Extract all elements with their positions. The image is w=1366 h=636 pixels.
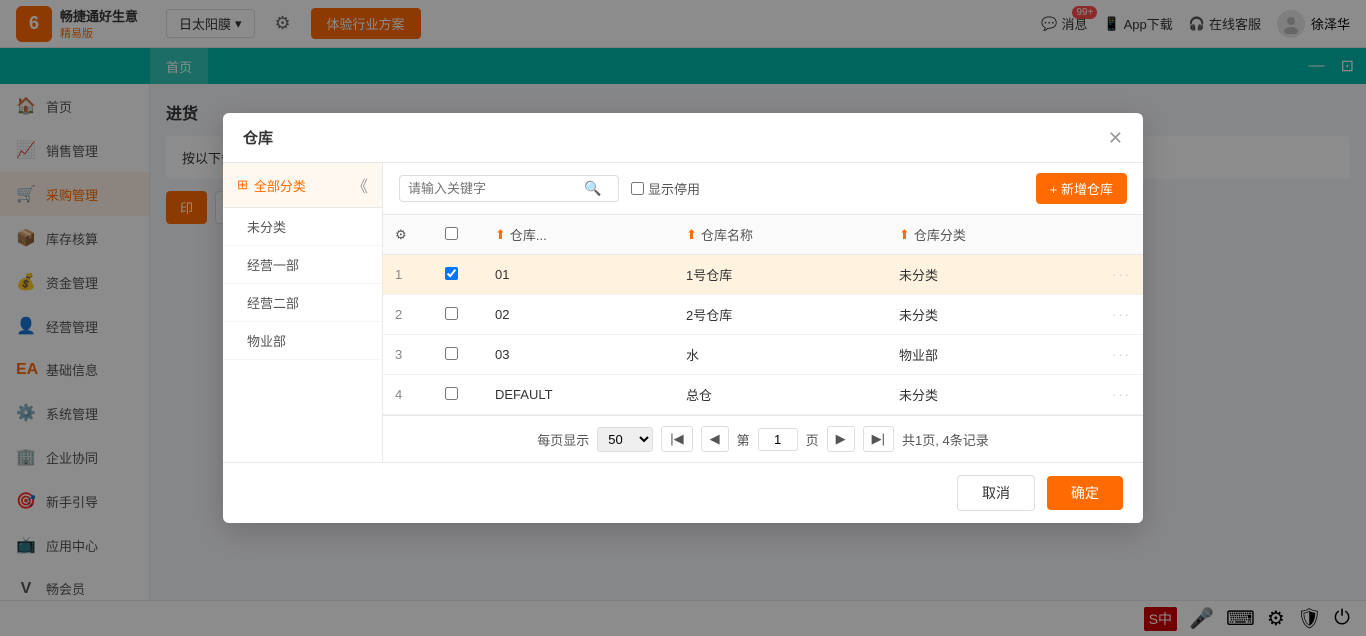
- row-checkbox[interactable]: [433, 295, 483, 335]
- col-code-label: 仓库...: [510, 225, 547, 244]
- page-summary: 共1页, 4条记录: [902, 430, 989, 449]
- cat-item-property[interactable]: 物业部: [223, 322, 382, 360]
- modal-main: 🔍 显示停用 + 新增仓库 ⚙: [383, 163, 1143, 462]
- row-num: 2: [383, 295, 433, 335]
- row-more-icon[interactable]: ···: [1100, 375, 1143, 415]
- row-category: 未分类: [887, 295, 1100, 335]
- warehouse-modal: 仓库 ✕ ⊞ 全部分类 《 未分类 经营一部 经营二部 物业部: [223, 113, 1143, 523]
- row-category: 未分类: [887, 255, 1100, 295]
- cat-item-uncategorized[interactable]: 未分类: [223, 208, 382, 246]
- page-label: 第: [737, 430, 750, 449]
- row-checkbox[interactable]: [433, 255, 483, 295]
- cat-item-ops1[interactable]: 经营一部: [223, 246, 382, 284]
- th-code: ⬆ 仓库...: [483, 215, 674, 255]
- row-code: 01: [483, 255, 674, 295]
- page-input[interactable]: [758, 428, 798, 451]
- col-name-label: 仓库名称: [701, 225, 753, 244]
- add-warehouse-button[interactable]: + 新增仓库: [1036, 173, 1127, 204]
- search-input[interactable]: [408, 181, 578, 196]
- table-row[interactable]: 1 01 1号仓库 未分类 ···: [383, 255, 1143, 295]
- modal-title: 仓库: [243, 127, 273, 148]
- show-disabled-label[interactable]: 显示停用: [631, 179, 700, 198]
- table-row[interactable]: 2 02 2号仓库 未分类 ···: [383, 295, 1143, 335]
- modal-overlay: 仓库 ✕ ⊞ 全部分类 《 未分类 经营一部 经营二部 物业部: [0, 0, 1366, 636]
- row-checkbox[interactable]: [433, 335, 483, 375]
- row-name: 2号仓库: [674, 295, 887, 335]
- category-sidebar: ⊞ 全部分类 《 未分类 经营一部 经营二部 物业部: [223, 163, 383, 462]
- col-category-label: 仓库分类: [914, 225, 966, 244]
- row-code: 03: [483, 335, 674, 375]
- modal-header: 仓库 ✕: [223, 113, 1143, 163]
- page-unit: 页: [806, 430, 819, 449]
- row-category: 物业部: [887, 335, 1100, 375]
- th-settings: ⚙: [383, 215, 433, 255]
- row-num: 4: [383, 375, 433, 415]
- settings-icon: ⚙: [395, 227, 407, 242]
- th-actions: [1100, 215, 1143, 255]
- last-page-btn[interactable]: ▶|: [863, 426, 894, 452]
- all-category-label: 全部分类: [254, 176, 306, 195]
- show-disabled-checkbox[interactable]: [631, 182, 644, 195]
- sort-icon2: ⬆: [686, 227, 697, 243]
- first-page-btn[interactable]: |◀: [661, 426, 692, 452]
- row-name: 水: [674, 335, 887, 375]
- grid-icon: ⊞: [237, 177, 248, 193]
- row-num: 3: [383, 335, 433, 375]
- search-box: 🔍: [399, 175, 619, 202]
- confirm-button[interactable]: 确定: [1047, 476, 1123, 510]
- search-icon[interactable]: 🔍: [584, 180, 601, 197]
- page-size-select[interactable]: 50 100: [597, 427, 653, 452]
- sort-icon: ⬆: [495, 227, 506, 243]
- cat-item-ops2[interactable]: 经营二部: [223, 284, 382, 322]
- table-row[interactable]: 3 03 水 物业部 ···: [383, 335, 1143, 375]
- th-name: ⬆ 仓库名称: [674, 215, 887, 255]
- row-name: 总仓: [674, 375, 887, 415]
- show-disabled-text: 显示停用: [648, 179, 700, 198]
- next-page-btn[interactable]: ▶: [827, 426, 855, 452]
- warehouse-tbody: 1 01 1号仓库 未分类 ··· 2 02 2号仓库 未分类 ··· 3 03…: [383, 255, 1143, 415]
- table-header-row: ⚙ ⬆ 仓库...: [383, 215, 1143, 255]
- select-all-checkbox[interactable]: [445, 227, 458, 240]
- row-category: 未分类: [887, 375, 1100, 415]
- collapse-icon[interactable]: 《: [352, 173, 368, 197]
- row-more-icon[interactable]: ···: [1100, 255, 1143, 295]
- row-checkbox[interactable]: [433, 375, 483, 415]
- cancel-button[interactable]: 取消: [957, 475, 1035, 511]
- modal-toolbar: 🔍 显示停用 + 新增仓库: [383, 163, 1143, 215]
- row-more-icon[interactable]: ···: [1100, 335, 1143, 375]
- row-more-icon[interactable]: ···: [1100, 295, 1143, 335]
- th-category: ⬆ 仓库分类: [887, 215, 1100, 255]
- modal-actions: 取消 确定: [223, 462, 1143, 523]
- close-icon[interactable]: ✕: [1108, 129, 1123, 147]
- th-checkbox: [433, 215, 483, 255]
- row-num: 1: [383, 255, 433, 295]
- row-code: 02: [483, 295, 674, 335]
- warehouse-table-wrap: ⚙ ⬆ 仓库...: [383, 215, 1143, 415]
- table-row[interactable]: 4 DEFAULT 总仓 未分类 ···: [383, 375, 1143, 415]
- all-category-header[interactable]: ⊞ 全部分类 《: [223, 163, 382, 208]
- row-name: 1号仓库: [674, 255, 887, 295]
- row-code: DEFAULT: [483, 375, 674, 415]
- warehouse-table: ⚙ ⬆ 仓库...: [383, 215, 1143, 415]
- prev-page-btn[interactable]: ◀: [701, 426, 729, 452]
- sort-icon3: ⬆: [899, 227, 910, 243]
- per-page-label: 每页显示: [537, 430, 589, 449]
- modal-body: ⊞ 全部分类 《 未分类 经营一部 经营二部 物业部 🔍: [223, 163, 1143, 462]
- pagination-bar: 每页显示 50 100 |◀ ◀ 第 页 ▶ ▶| 共1页, 4条记录: [383, 415, 1143, 462]
